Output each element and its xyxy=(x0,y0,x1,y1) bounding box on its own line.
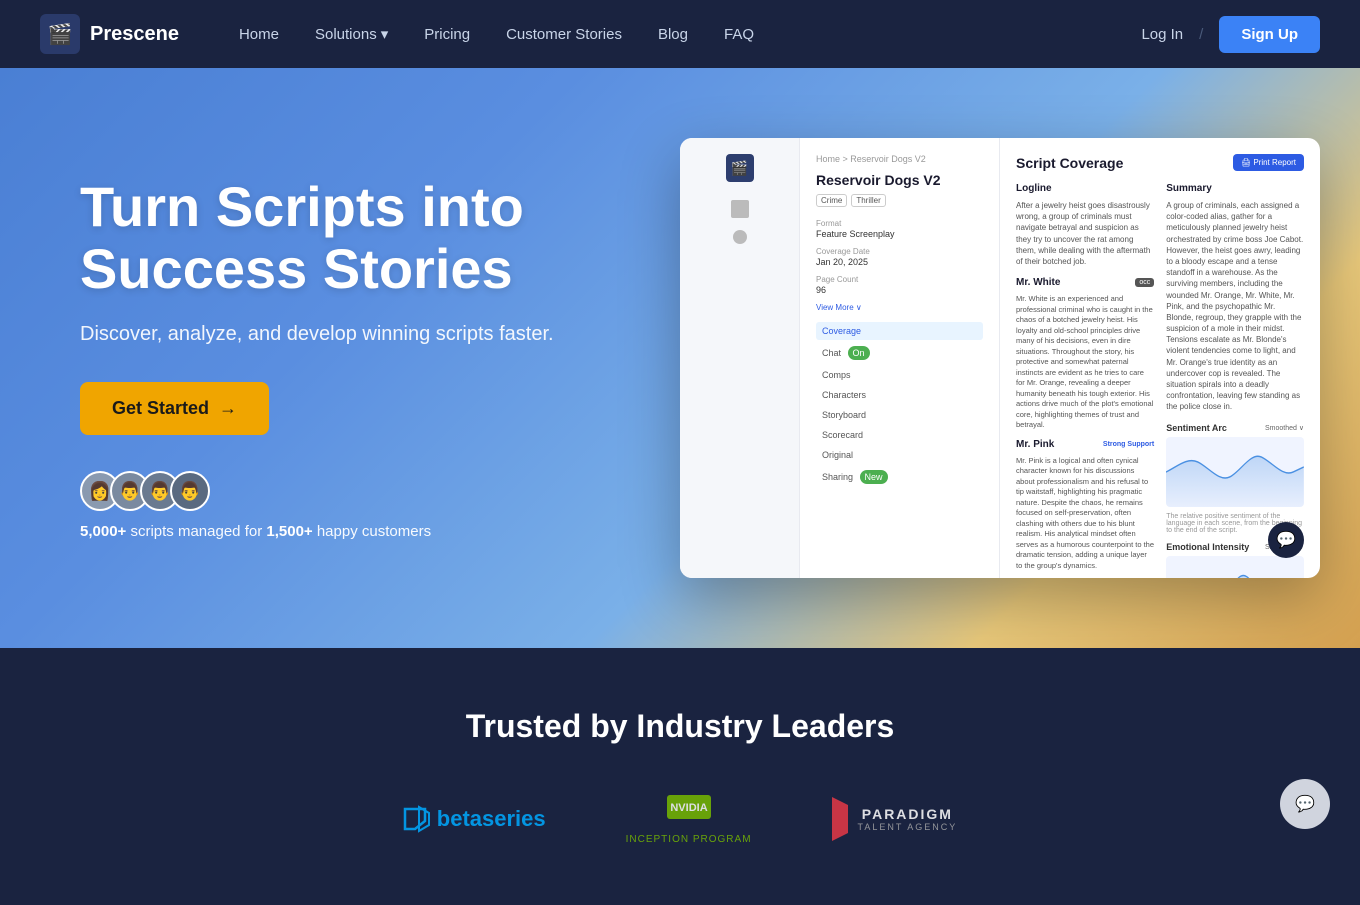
betaseries-text: betaseries xyxy=(437,806,546,832)
customer-avatars: 👩 👨 👨 👨 xyxy=(80,471,600,511)
mockup-chat-bubble[interactable]: 💬 xyxy=(1268,522,1304,558)
nav-logo[interactable]: 🎬 Prescene xyxy=(40,14,179,54)
betaseries-logo: betaseries xyxy=(403,805,546,833)
sentiment-header: Sentiment Arc Smoothed ∨ xyxy=(1166,423,1304,433)
trusted-section: Trusted by Industry Leaders betaseries N… xyxy=(0,648,1360,905)
nav-divider: / xyxy=(1199,26,1203,43)
char-mr-white-name: Mr. White xyxy=(1016,277,1060,288)
char-mr-pink-header: Mr. Pink Strong Support xyxy=(1016,439,1154,450)
nav-link-home[interactable]: Home xyxy=(239,25,279,43)
nvidia-sublabel: INCEPTION PROGRAM xyxy=(626,834,752,845)
navbar: 🎬 Prescene Home Solutions ▾ Pricing Cust… xyxy=(0,0,1360,68)
global-chat-button[interactable]: 💬 xyxy=(1280,779,1330,829)
hero-subtitle: Discover, analyze, and develop winning s… xyxy=(80,323,600,346)
summary-text: A group of criminals, each assigned a co… xyxy=(1166,200,1304,413)
mockup-script-panel: Home > Reservoir Dogs V2 Reservoir Dogs … xyxy=(800,138,1000,578)
logline-title: Logline xyxy=(1016,183,1154,194)
avatar-4: 👨 xyxy=(170,471,210,511)
mockup-logo-icon: 🎬 xyxy=(726,154,754,182)
view-more-link[interactable]: View More ∨ xyxy=(816,303,983,312)
hero-title: Turn Scripts into Success Stories xyxy=(80,176,600,299)
mockup-script-title: Reservoir Dogs V2 xyxy=(816,172,983,188)
char-mr-white-header: Mr. White occ xyxy=(1016,277,1154,288)
print-button[interactable]: 🖨 Print Report xyxy=(1233,154,1304,171)
coverage-header: Script Coverage 🖨 Print Report xyxy=(1016,154,1304,171)
characters-column: Logline After a jewelry heist goes disas… xyxy=(1016,183,1154,578)
emotional-chart xyxy=(1166,556,1304,578)
nav-link-faq[interactable]: FAQ xyxy=(724,25,754,43)
emotional-intensity-title: Emotional Intensity xyxy=(1166,542,1249,552)
mockup-sidebar: 🎬 xyxy=(680,138,800,578)
arrow-icon: → xyxy=(219,398,237,419)
paradigm-name: PARADIGM xyxy=(858,806,958,822)
mockup-format-field: Format Feature Screenplay xyxy=(816,219,983,239)
char-mr-pink-name: Mr. Pink xyxy=(1016,439,1054,450)
chat-icon: 💬 xyxy=(1295,794,1315,814)
signup-button[interactable]: Sign Up xyxy=(1219,16,1320,53)
chevron-down-icon: ▾ xyxy=(381,25,389,43)
nav-right: Log In / Sign Up xyxy=(1141,16,1320,53)
nav-original[interactable]: Original xyxy=(816,446,983,464)
coverage-title: Script Coverage xyxy=(1016,155,1123,171)
nav-link-pricing[interactable]: Pricing xyxy=(424,25,470,43)
hero-content: Turn Scripts into Success Stories Discov… xyxy=(80,176,600,540)
summary-title: Summary xyxy=(1166,183,1304,194)
logo-text: Prescene xyxy=(90,23,179,46)
nav-sharing[interactable]: Sharing New xyxy=(816,466,983,488)
login-link[interactable]: Log In xyxy=(1141,26,1183,43)
paradigm-sub: TALENT AGENCY xyxy=(858,822,958,832)
paradigm-logo: PARADIGM TALENT AGENCY xyxy=(832,797,958,841)
nav-comps[interactable]: Comps xyxy=(816,366,983,384)
sentiment-smoothed[interactable]: Smoothed ∨ xyxy=(1265,424,1304,432)
char-mr-pink-support: Strong Support xyxy=(1103,441,1154,448)
nav-links: Home Solutions ▾ Pricing Customer Storie… xyxy=(239,25,1141,43)
betaseries-icon xyxy=(403,805,431,833)
nav-characters[interactable]: Characters xyxy=(816,386,983,404)
char-mr-white-badge: occ xyxy=(1135,278,1154,287)
chat-toggle: On xyxy=(848,346,870,360)
nav-scorecard[interactable]: Scorecard xyxy=(816,426,983,444)
mockup-pagecount-field: Page Count 96 xyxy=(816,275,983,295)
hero-mockup-area: 🎬 Home > Reservoir Dogs V2 Reservoir Dog… xyxy=(600,138,1320,578)
nav-link-customer-stories[interactable]: Customer Stories xyxy=(506,25,622,43)
trusted-title: Trusted by Industry Leaders xyxy=(40,708,1320,745)
tag-thriller: Thriller xyxy=(851,194,885,207)
svg-text:NVIDIA: NVIDIA xyxy=(670,802,707,814)
mockup-nav: Coverage Chat On Comps Characters Storyb… xyxy=(816,322,983,488)
nav-storyboard[interactable]: Storyboard xyxy=(816,406,983,424)
nav-link-blog[interactable]: Blog xyxy=(658,25,688,43)
paradigm-icon xyxy=(832,797,848,841)
trusted-logos: betaseries NVIDIA INCEPTION PROGRAM PARA… xyxy=(40,793,1320,845)
nav-link-solutions[interactable]: Solutions ▾ xyxy=(315,25,388,43)
paradigm-text: PARADIGM TALENT AGENCY xyxy=(858,806,958,832)
char-mr-pink-desc: Mr. Pink is a logical and often cynical … xyxy=(1016,456,1154,572)
nvidia-logo: NVIDIA INCEPTION PROGRAM xyxy=(626,793,752,845)
mockup-date-field: Coverage Date Jan 20, 2025 xyxy=(816,247,983,267)
mockup-coverage-panel: Script Coverage 🖨 Print Report Logline A… xyxy=(1000,138,1320,578)
get-started-button[interactable]: Get Started → xyxy=(80,382,269,435)
sentiment-chart xyxy=(1166,437,1304,507)
app-mockup: 🎬 Home > Reservoir Dogs V2 Reservoir Dog… xyxy=(680,138,1320,578)
nvidia-icon: NVIDIA xyxy=(667,793,711,821)
logline-text: After a jewelry heist goes disastrously … xyxy=(1016,200,1154,267)
coverage-content: Logline After a jewelry heist goes disas… xyxy=(1016,183,1304,578)
nav-coverage[interactable]: Coverage xyxy=(816,322,983,340)
nav-chat[interactable]: Chat On xyxy=(816,342,983,364)
hero-section: Turn Scripts into Success Stories Discov… xyxy=(0,68,1360,648)
sentiment-arc-title: Sentiment Arc xyxy=(1166,423,1227,433)
mockup-breadcrumb: Home > Reservoir Dogs V2 xyxy=(816,154,983,164)
tag-crime: Crime xyxy=(816,194,847,207)
mockup-tags: Crime Thriller xyxy=(816,194,983,207)
charts-column: Summary A group of criminals, each assig… xyxy=(1166,183,1304,578)
char-mr-white-desc: Mr. White is an experienced and professi… xyxy=(1016,294,1154,431)
hero-stats: 5,000+ scripts managed for 1,500+ happy … xyxy=(80,523,600,540)
sharing-badge: New xyxy=(860,470,888,484)
mockup-main: Home > Reservoir Dogs V2 Reservoir Dogs … xyxy=(800,138,1320,578)
logo-icon: 🎬 xyxy=(40,14,80,54)
